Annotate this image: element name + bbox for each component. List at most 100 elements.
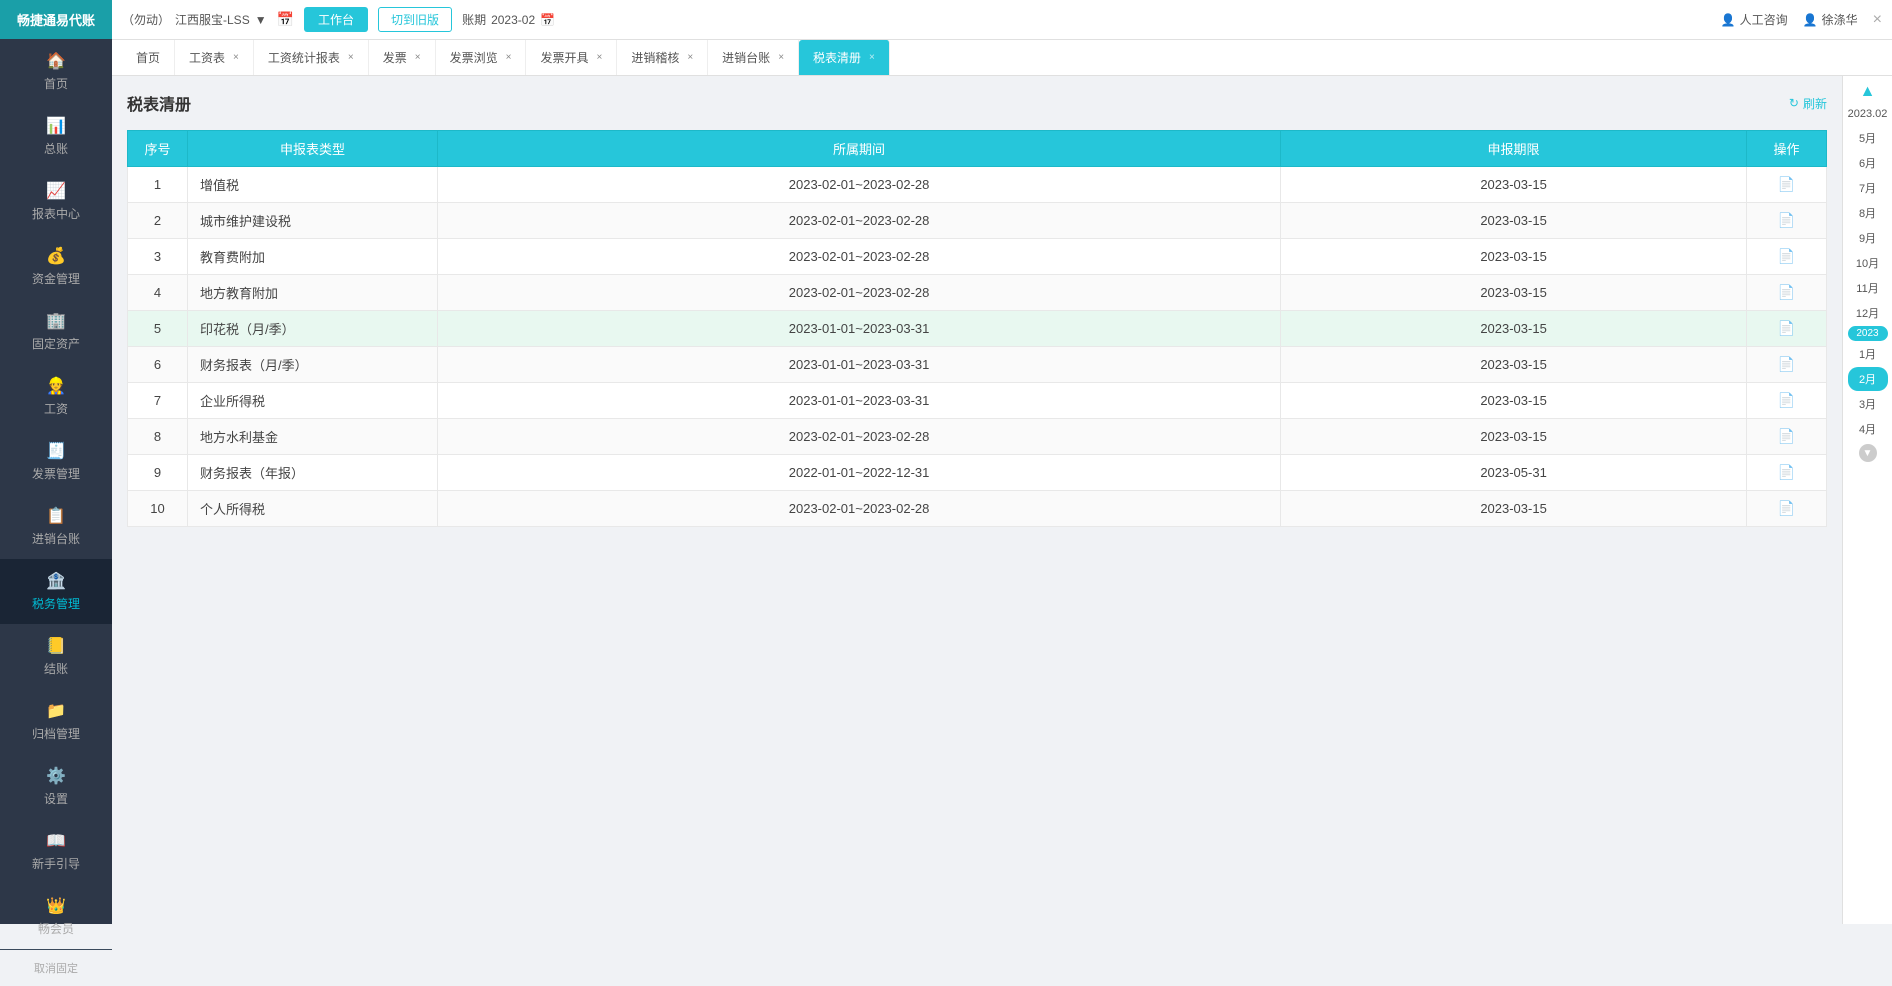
cell-period: 2023-01-01~2023-03-31 <box>438 347 1281 383</box>
purchases-icon: 📋 <box>46 506 66 526</box>
user-avatar-icon: 👤 <box>1803 13 1818 27</box>
right-panel-header: 2023.02 <box>1848 103 1888 125</box>
sidebar-item-funds[interactable]: 💰 资金管理 <box>0 234 112 299</box>
cell-deadline: 2023-03-15 <box>1281 491 1747 527</box>
tab-salary-table[interactable]: 工资表 × <box>175 40 254 76</box>
table-row: 1 增值税 2023-02-01~2023-02-28 2023-03-15 📄 <box>128 167 1827 203</box>
action-icon[interactable]: 📄 <box>1778 320 1795 336</box>
cell-deadline: 2023-03-15 <box>1281 419 1747 455</box>
tab-invoice[interactable]: 发票 × <box>369 40 436 76</box>
tab-salary-table-close[interactable]: × <box>233 52 239 63</box>
cell-index: 1 <box>128 167 188 203</box>
month-item[interactable]: 4月 <box>1848 417 1888 441</box>
unpin-button[interactable]: 取消固定 <box>0 949 112 986</box>
action-icon[interactable]: 📄 <box>1778 176 1795 192</box>
sidebar-item-salary-label: 工资 <box>44 400 68 417</box>
sidebar-item-assets[interactable]: 🏢 固定资产 <box>0 299 112 364</box>
col-header-type: 申报表类型 <box>188 131 438 167</box>
tab-salary-stats-close[interactable]: × <box>348 52 354 63</box>
tab-home[interactable]: 首页 <box>122 40 175 76</box>
month-item[interactable]: 9月 <box>1848 226 1888 250</box>
tab-invoice-issue-close[interactable]: × <box>596 52 602 63</box>
cell-index: 9 <box>128 455 188 491</box>
user-button[interactable]: 👤 徐涤华 <box>1803 11 1858 28</box>
cell-action: 📄 <box>1747 491 1827 527</box>
tabs-bar: 首页 工资表 × 工资统计报表 × 发票 × 发票浏览 × 发票开具 × 进销稽… <box>112 40 1892 76</box>
period-calendar-icon[interactable]: 📅 <box>540 13 555 27</box>
action-icon[interactable]: 📄 <box>1778 500 1795 516</box>
sidebar-item-ledger[interactable]: 📊 总账 <box>0 104 112 169</box>
panel-up-arrow[interactable]: ▲ <box>1858 81 1878 103</box>
action-icon[interactable]: 📄 <box>1778 284 1795 300</box>
action-icon[interactable]: 📄 <box>1778 392 1795 408</box>
month-item[interactable]: 6月 <box>1848 151 1888 175</box>
cell-index: 2 <box>128 203 188 239</box>
cell-action: 📄 <box>1747 347 1827 383</box>
tab-invoice-browse-close[interactable]: × <box>506 52 512 63</box>
refresh-icon: ↻ <box>1789 96 1799 110</box>
tab-invoice-issue[interactable]: 发票开具 × <box>526 40 617 76</box>
month-item[interactable]: 2月 <box>1848 367 1888 391</box>
cell-type: 教育费附加 <box>188 239 438 275</box>
tab-invoice-browse[interactable]: 发票浏览 × <box>436 40 527 76</box>
month-item[interactable]: 7月 <box>1848 176 1888 200</box>
month-item[interactable]: 10月 <box>1848 251 1888 275</box>
sidebar-item-invoices[interactable]: 🧾 发票管理 <box>0 429 112 494</box>
ai-consult-button[interactable]: 👤 人工咨询 <box>1721 11 1788 28</box>
action-icon[interactable]: 📄 <box>1778 356 1795 372</box>
tab-salary-stats[interactable]: 工资统计报表 × <box>254 40 369 76</box>
tab-tax-register-close[interactable]: × <box>869 52 875 63</box>
sidebar-item-settings[interactable]: ⚙️ 设置 <box>0 754 112 819</box>
right-panel: ▲ 2023.02 5月6月7月8月9月10月11月12月20231月2月3月4… <box>1842 76 1892 924</box>
company-selector[interactable]: （勿动） 江西服宝-LSS ▼ <box>122 11 267 28</box>
tab-purchase-ledger[interactable]: 进销台账 × <box>708 40 799 76</box>
action-icon[interactable]: 📄 <box>1778 212 1795 228</box>
close-button[interactable]: × <box>1873 11 1882 29</box>
month-item[interactable]: 12月 <box>1848 301 1888 325</box>
table-row: 10 个人所得税 2023-02-01~2023-02-28 2023-03-1… <box>128 491 1827 527</box>
workcenter-button[interactable]: 工作台 <box>304 7 368 32</box>
sidebar-item-closing-label: 结账 <box>44 660 68 677</box>
month-item[interactable]: 1月 <box>1848 342 1888 366</box>
sidebar-item-member[interactable]: 👑 畅会员 <box>0 884 112 949</box>
tab-home-label: 首页 <box>136 49 160 66</box>
cell-index: 6 <box>128 347 188 383</box>
tab-invoice-issue-label: 发票开具 <box>540 49 588 66</box>
settings-icon: ⚙️ <box>46 766 66 786</box>
panel-collapse-button[interactable]: ▼ <box>1859 444 1877 462</box>
sidebar-item-tax[interactable]: 🏦 税务管理 <box>0 559 112 624</box>
page-header: 税表清册 ↻ 刷新 <box>127 91 1827 115</box>
month-item[interactable]: 11月 <box>1848 276 1888 300</box>
sidebar-item-archive[interactable]: 📁 归档管理 <box>0 689 112 754</box>
sidebar-item-home[interactable]: 🏠 首页 <box>0 39 112 104</box>
cell-period: 2023-02-01~2023-02-28 <box>438 491 1281 527</box>
tab-tax-register[interactable]: 税表清册 × <box>799 40 890 76</box>
month-item[interactable]: 8月 <box>1848 201 1888 225</box>
action-icon[interactable]: 📄 <box>1778 428 1795 444</box>
sidebar-item-guide[interactable]: 📖 新手引导 <box>0 819 112 884</box>
sidebar-item-closing[interactable]: 📒 结账 <box>0 624 112 689</box>
month-item[interactable]: 2023 <box>1848 326 1888 341</box>
refresh-button[interactable]: ↻ 刷新 <box>1789 95 1827 112</box>
action-icon[interactable]: 📄 <box>1778 248 1795 264</box>
action-icon[interactable]: 📄 <box>1778 464 1795 480</box>
month-item[interactable]: 3月 <box>1848 392 1888 416</box>
tab-invoice-close[interactable]: × <box>415 52 421 63</box>
cell-action: 📄 <box>1747 419 1827 455</box>
sidebar-item-ledger-label: 总账 <box>44 140 68 157</box>
sidebar-item-salary[interactable]: 👷 工资 <box>0 364 112 429</box>
cell-period: 2023-02-01~2023-02-28 <box>438 167 1281 203</box>
content-main: 税表清册 ↻ 刷新 序号 申报表类型 所属期间 申报期限 操作 <box>112 76 1842 924</box>
cell-type: 增值税 <box>188 167 438 203</box>
ai-label: 人工咨询 <box>1740 11 1788 28</box>
tab-purchase-audit-close[interactable]: × <box>687 52 693 63</box>
switch-button[interactable]: 切到旧版 <box>378 7 452 32</box>
tab-purchase-audit[interactable]: 进销稽核 × <box>617 40 708 76</box>
sidebar-item-archive-label: 归档管理 <box>32 725 80 742</box>
main-area: （勿动） 江西服宝-LSS ▼ 📅 工作台 切到旧版 账期 2023-02 📅 … <box>112 0 1892 924</box>
sidebar-item-purchases[interactable]: 📋 进销台账 <box>0 494 112 559</box>
company-prefix: （勿动） <box>122 11 170 28</box>
sidebar-item-reports[interactable]: 📈 报表中心 <box>0 169 112 234</box>
month-item[interactable]: 5月 <box>1848 126 1888 150</box>
tab-purchase-ledger-close[interactable]: × <box>778 52 784 63</box>
